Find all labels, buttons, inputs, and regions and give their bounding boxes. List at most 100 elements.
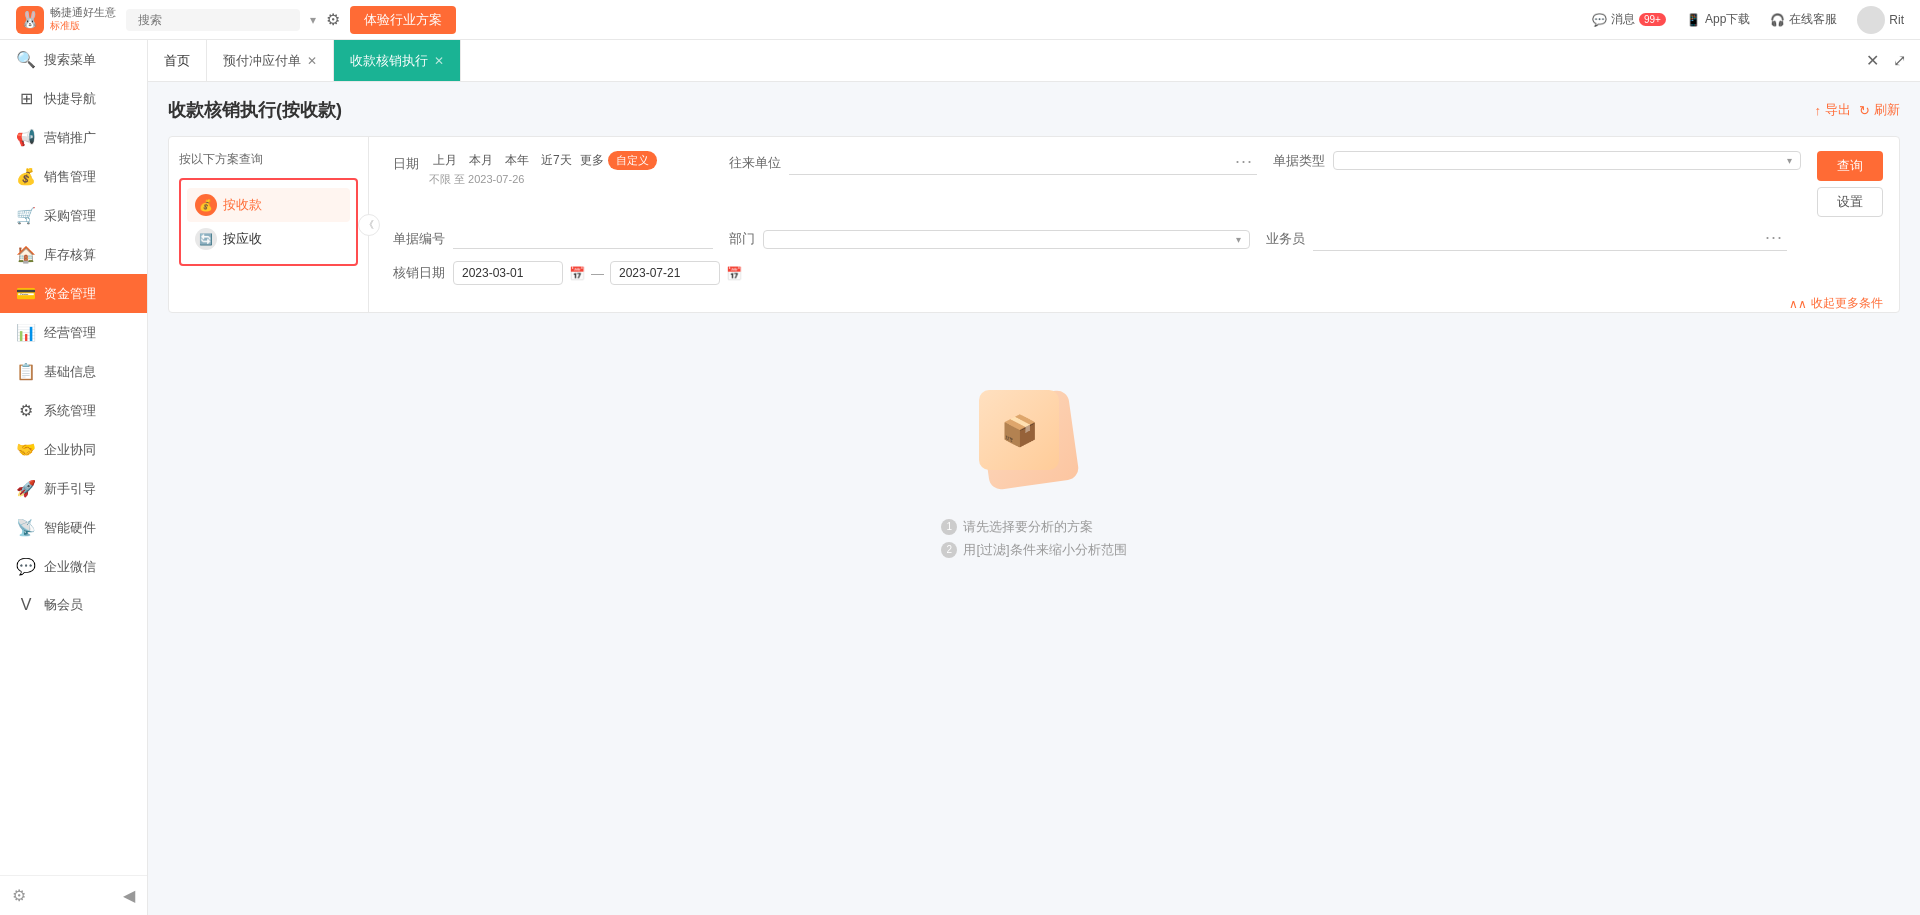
- collapse-more-button[interactable]: ∧∧ 收起更多条件: [1789, 295, 1883, 312]
- sidebar-item-business[interactable]: 📊 经营管理: [0, 313, 147, 352]
- date-quick-buttons: 上月 本月 本年 近7天 更多 自定义: [429, 151, 657, 170]
- content-area: 首页 预付冲应付单 ✕ 收款核销执行 ✕ ✕ ⤢ 收款核销执行(按收款): [148, 40, 1920, 915]
- billno-text-input[interactable]: [453, 230, 713, 248]
- brand-version: 标准版: [50, 19, 116, 33]
- sidebar-item-enterprise[interactable]: 🤝 企业协同: [0, 430, 147, 469]
- hint-text-1: 请先选择要分析的方案: [963, 515, 1093, 538]
- inventory-icon: 🏠: [16, 245, 36, 264]
- sidebar-item-search-menu[interactable]: 🔍 搜索菜单: [0, 40, 147, 79]
- staff-input[interactable]: ···: [1313, 227, 1787, 251]
- export-icon: ↑: [1815, 103, 1822, 118]
- refresh-button[interactable]: ↻ 刷新: [1859, 101, 1900, 119]
- filter-collapse-button[interactable]: 《: [358, 214, 380, 236]
- hekodate-end[interactable]: [610, 261, 720, 285]
- service-button[interactable]: 🎧 在线客服: [1770, 11, 1837, 28]
- filter-row-2: 单据编号 部门 ▾: [393, 227, 1883, 251]
- sidebar-label-guide: 新手引导: [44, 480, 96, 498]
- hekodate-cal-end[interactable]: 📅: [726, 266, 742, 281]
- date-last-7[interactable]: 近7天: [537, 151, 576, 170]
- receipt-option-icon: 💰: [195, 194, 217, 216]
- sales-icon: 💰: [16, 167, 36, 186]
- filter-option-receipt[interactable]: 💰 按收款: [187, 188, 350, 222]
- refresh-label: 刷新: [1874, 101, 1900, 119]
- date-prev-month[interactable]: 上月: [429, 151, 461, 170]
- billno-input[interactable]: [453, 230, 713, 249]
- hint-num-2: 2: [941, 542, 957, 558]
- date-this-month[interactable]: 本月: [465, 151, 497, 170]
- hekodate-start[interactable]: [453, 261, 563, 285]
- sidebar-item-quick-nav[interactable]: ⊞ 快捷导航: [0, 79, 147, 118]
- sidebar-item-purchase[interactable]: 🛒 采购管理: [0, 196, 147, 235]
- tab-prepay[interactable]: 预付冲应付单 ✕: [207, 40, 334, 81]
- message-button[interactable]: 💬 消息 99+: [1592, 11, 1666, 28]
- tab-receipt-close[interactable]: ✕: [434, 54, 444, 68]
- empty-state: 📦 1 请先选择要分析的方案 2 用[过滤]条件来缩小分析范围: [168, 325, 1900, 592]
- sidebar-label-marketing: 营销推广: [44, 129, 96, 147]
- top-bar: 🐰 畅捷通好生意 标准版 ▾ ⚙ 体验行业方案 💬 消息 99+ 📱 App下载…: [0, 0, 1920, 40]
- brand-name: 畅捷通好生意: [50, 6, 116, 19]
- finance-icon: 💳: [16, 284, 36, 303]
- top-bar-right: 💬 消息 99+ 📱 App下载 🎧 在线客服 Rit: [1592, 6, 1904, 34]
- filter-staff-field: 业务员 ···: [1266, 227, 1787, 251]
- date-unlimited: 不限 至 2023-07-26: [429, 172, 657, 187]
- search-chevron-icon[interactable]: ▾: [310, 13, 316, 27]
- sidebar-item-basic[interactable]: 📋 基础信息: [0, 352, 147, 391]
- industry-button[interactable]: 体验行业方案: [350, 6, 456, 34]
- sidebar-settings-icon[interactable]: ⚙: [12, 886, 26, 905]
- brand-icon: 🐰: [16, 6, 44, 34]
- refresh-icon: ↻: [1859, 103, 1870, 118]
- tab-receipt[interactable]: 收款核销执行 ✕: [334, 40, 461, 81]
- window-close-button[interactable]: ✕: [1862, 47, 1883, 74]
- filter-scheme-title: 按以下方案查询: [179, 151, 358, 168]
- sidebar-item-marketing[interactable]: 📢 营销推广: [0, 118, 147, 157]
- partner-input[interactable]: ···: [789, 151, 1257, 175]
- sidebar-collapse-icon[interactable]: ◀: [123, 886, 135, 905]
- billtype-select[interactable]: ▾: [1333, 151, 1801, 170]
- sidebar-item-sales[interactable]: 💰 销售管理: [0, 157, 147, 196]
- filter-option-receivable[interactable]: 🔄 按应收: [187, 222, 350, 256]
- date-custom[interactable]: 自定义: [608, 151, 657, 170]
- window-expand-button[interactable]: ⤢: [1889, 47, 1910, 74]
- filter-row-1: 日期 上月 本月 本年 近7天 更多 自定义 不限 至: [393, 151, 1883, 217]
- sidebar-item-hardware[interactable]: 📡 智能硬件: [0, 508, 147, 547]
- sidebar-label-member: 畅会员: [44, 596, 83, 614]
- receipt-option-label: 按收款: [223, 196, 262, 214]
- billtype-chevron: ▾: [1787, 155, 1792, 166]
- tab-prepay-close[interactable]: ✕: [307, 54, 317, 68]
- empty-hint-2: 2 用[过滤]条件来缩小分析范围: [941, 538, 1126, 561]
- hint-num-1: 1: [941, 519, 957, 535]
- sidebar-bottom: ⚙ ◀: [0, 875, 147, 915]
- empty-box-front: 📦: [979, 390, 1059, 470]
- export-button[interactable]: ↑ 导出: [1815, 101, 1852, 119]
- date-more-btn[interactable]: 更多: [580, 152, 604, 169]
- system-icon: ⚙: [16, 401, 36, 420]
- tab-home[interactable]: 首页: [148, 40, 207, 81]
- sidebar-label-finance: 资金管理: [44, 285, 96, 303]
- sidebar-label-purchase: 采购管理: [44, 207, 96, 225]
- dept-select[interactable]: ▾: [763, 230, 1250, 249]
- staff-dots-icon[interactable]: ···: [1761, 227, 1787, 248]
- sidebar-label-system: 系统管理: [44, 402, 96, 420]
- sidebar-item-wechat[interactable]: 💬 企业微信: [0, 547, 147, 586]
- query-button[interactable]: 查询: [1817, 151, 1883, 181]
- guide-icon: 🚀: [16, 479, 36, 498]
- date-this-year[interactable]: 本年: [501, 151, 533, 170]
- search-input[interactable]: [126, 9, 300, 31]
- filter-billtype-field: 单据类型 ▾: [1273, 151, 1801, 170]
- settings-button[interactable]: ⚙: [326, 10, 340, 29]
- hekodate-cal-start[interactable]: 📅: [569, 266, 585, 281]
- sidebar-label-basic: 基础信息: [44, 363, 96, 381]
- sidebar-item-guide[interactable]: 🚀 新手引导: [0, 469, 147, 508]
- search-menu-icon: 🔍: [16, 50, 36, 69]
- partner-dots-icon[interactable]: ···: [1231, 151, 1257, 172]
- app-download-button[interactable]: 📱 App下载: [1686, 11, 1750, 28]
- sidebar-item-member[interactable]: V 畅会员: [0, 586, 147, 624]
- user-profile[interactable]: Rit: [1857, 6, 1904, 34]
- collapse-more-label: 收起更多条件: [1811, 295, 1883, 312]
- sidebar-item-system[interactable]: ⚙ 系统管理: [0, 391, 147, 430]
- sidebar-item-finance[interactable]: 💳 资金管理: [0, 274, 147, 313]
- tab-prepay-label: 预付冲应付单: [223, 52, 301, 70]
- app-label: App下载: [1705, 11, 1750, 28]
- setting-button[interactable]: 设置: [1817, 187, 1883, 217]
- sidebar-item-inventory[interactable]: 🏠 库存核算: [0, 235, 147, 274]
